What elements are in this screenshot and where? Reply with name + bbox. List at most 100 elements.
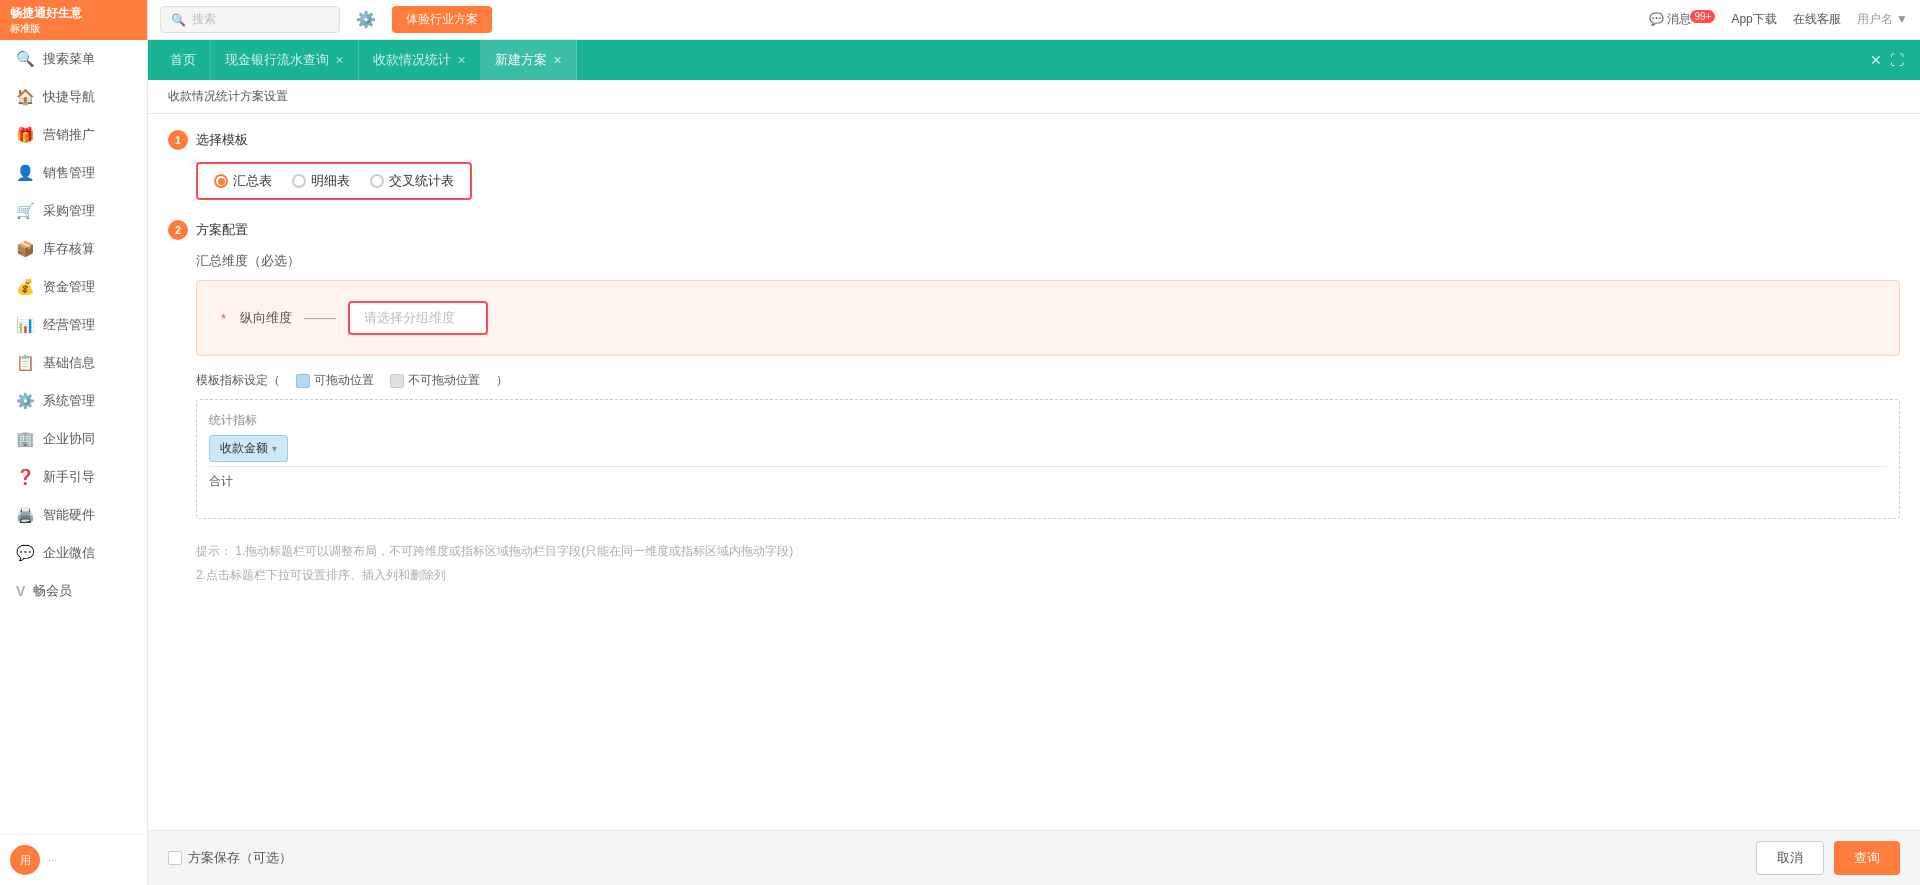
save-option[interactable]: 方案保存（可选） bbox=[168, 849, 292, 867]
save-label: 方案保存（可选） bbox=[188, 849, 292, 867]
question-icon: ❓ bbox=[16, 468, 35, 486]
logo-text: 畅捷通好生意 bbox=[10, 5, 82, 22]
metric-tag-payment-amount[interactable]: 收款金额 ▾ bbox=[209, 435, 288, 462]
industry-plan-button[interactable]: 体验行业方案 bbox=[392, 6, 492, 33]
sidebar-item-finance[interactable]: 💰 资金管理 bbox=[0, 268, 147, 306]
close-all-icon[interactable]: ✕ bbox=[1870, 52, 1882, 68]
sidebar-item-marketing[interactable]: 🎁 营销推广 bbox=[0, 116, 147, 154]
radio-cross[interactable]: 交叉统计表 bbox=[370, 172, 454, 190]
expand-icon[interactable]: ⛶ bbox=[1890, 52, 1904, 68]
tab-bank-flow-close[interactable]: ✕ bbox=[335, 54, 344, 67]
chevron-down-icon: ▾ bbox=[272, 443, 277, 454]
tab-home[interactable]: 首页 bbox=[156, 40, 211, 80]
tab-collection-stats[interactable]: 收款情况统计 ✕ bbox=[359, 40, 481, 80]
radio-summary[interactable]: 汇总表 bbox=[214, 172, 272, 190]
search-placeholder: 搜索 bbox=[192, 11, 216, 28]
online-service-link[interactable]: 在线客服 bbox=[1793, 11, 1841, 28]
money-icon: 💰 bbox=[16, 278, 35, 296]
tab-home-label: 首页 bbox=[170, 51, 196, 69]
dimension-area: * 纵向维度 —— 请选择分组维度 bbox=[196, 280, 1900, 356]
config-section: 汇总维度（必选） * 纵向维度 —— 请选择分组维度 模板指标设定（ bbox=[196, 252, 1900, 587]
cancel-button[interactable]: 取消 bbox=[1756, 841, 1824, 875]
sidebar-item-label: 资金管理 bbox=[43, 278, 95, 296]
sidebar-item-label: 企业微信 bbox=[43, 544, 95, 562]
metrics-group-label: 统计指标 bbox=[209, 412, 1887, 429]
sidebar-item-label: 经营管理 bbox=[43, 316, 95, 334]
search-menu-icon: 🔍 bbox=[16, 50, 35, 68]
notifications-area[interactable]: 💬 消息 99+ bbox=[1649, 11, 1716, 28]
dimension-placeholder: 请选择分组维度 bbox=[364, 310, 455, 325]
tabbar: 首页 现金银行流水查询 ✕ 收款情况统计 ✕ 新建方案 ✕ ✕ ⛶ bbox=[148, 40, 1920, 80]
arrow-icon: —— bbox=[304, 309, 336, 327]
radio-summary-inner bbox=[218, 178, 225, 185]
sidebar-logo: 畅捷通好生意 标准版 bbox=[0, 0, 147, 40]
sidebar-item-wechat[interactable]: 💬 企业微信 bbox=[0, 534, 147, 572]
sidebar-item-label: 搜索菜单 bbox=[43, 50, 95, 68]
gear-icon: ⚙️ bbox=[16, 392, 35, 410]
chart-icon: 📊 bbox=[16, 316, 35, 334]
sidebar-item-new-user[interactable]: ❓ 新手引导 bbox=[0, 458, 147, 496]
chat-icon: 💬 bbox=[16, 544, 35, 562]
bottom-bar: 方案保存（可选） 取消 查询 bbox=[148, 830, 1920, 885]
sidebar-item-system[interactable]: ⚙️ 系统管理 bbox=[0, 382, 147, 420]
sidebar-item-basic-info[interactable]: 📋 基础信息 bbox=[0, 344, 147, 382]
app-download-link[interactable]: App下载 bbox=[1731, 11, 1776, 28]
sidebar-user-name: ··· bbox=[48, 854, 57, 866]
footer-buttons: 取消 查询 bbox=[1756, 841, 1900, 875]
subtotal-row: 合计 bbox=[209, 466, 1887, 496]
radio-summary-label: 汇总表 bbox=[233, 172, 272, 190]
tab-bank-flow[interactable]: 现金银行流水查询 ✕ bbox=[211, 40, 359, 80]
metrics-tags: 收款金额 ▾ bbox=[209, 435, 1887, 462]
sidebar-item-label: 新手引导 bbox=[43, 468, 95, 486]
tab-new-plan-close[interactable]: ✕ bbox=[553, 54, 562, 67]
sidebar-item-label: 企业协同 bbox=[43, 430, 95, 448]
metrics-legend-suffix: ） bbox=[496, 372, 508, 389]
tab-collection-stats-close[interactable]: ✕ bbox=[457, 54, 466, 67]
sidebar-item-label: 系统管理 bbox=[43, 392, 95, 410]
search-box[interactable]: 🔍 搜索 bbox=[160, 6, 340, 33]
gift-icon: 🎁 bbox=[16, 126, 35, 144]
metrics-section-label: 模板指标设定（ bbox=[196, 372, 280, 389]
legend-draggable: 可拖动位置 bbox=[296, 372, 374, 389]
save-checkbox[interactable] bbox=[168, 851, 182, 865]
radio-detail-circle bbox=[292, 174, 306, 188]
sidebar-item-vip[interactable]: V 畅会员 bbox=[0, 572, 147, 610]
sidebar-item-quick-nav[interactable]: 🏠 快捷导航 bbox=[0, 78, 147, 116]
step1-header: 1 选择模板 bbox=[168, 130, 1900, 150]
search-icon: 🔍 bbox=[171, 13, 186, 27]
sidebar-bottom: 用 ··· bbox=[0, 834, 147, 885]
sidebar-item-sales[interactable]: 👤 销售管理 bbox=[0, 154, 147, 192]
radio-summary-circle bbox=[214, 174, 228, 188]
user-icon: 👤 bbox=[16, 164, 35, 182]
sidebar-item-search-menu[interactable]: 🔍 搜索菜单 bbox=[0, 40, 147, 78]
user-info[interactable]: 用户名 ▼ bbox=[1857, 11, 1908, 28]
hints-area: 提示： 1.拖动标题栏可以调整布局，不可跨维度或指标区域拖动栏目字段(只能在同一… bbox=[196, 539, 1900, 587]
logo-edition: 标准版 bbox=[10, 22, 82, 36]
radio-cross-label: 交叉统计表 bbox=[389, 172, 454, 190]
fixed-legend-box bbox=[390, 374, 404, 388]
dimension-select[interactable]: 请选择分组维度 bbox=[348, 301, 488, 335]
main-area: 🔍 搜索 ⚙️ 体验行业方案 💬 消息 99+ App下载 在线客服 用户名 ▼… bbox=[148, 0, 1920, 885]
box-icon: 📦 bbox=[16, 240, 35, 258]
step2-title: 方案配置 bbox=[196, 221, 248, 239]
template-selection-box: 汇总表 明细表 交叉统计表 bbox=[196, 162, 472, 200]
hint-1: 提示： 1.拖动标题栏可以调整布局，不可跨维度或指标区域拖动栏目字段(只能在同一… bbox=[196, 539, 1900, 563]
legend-fixed: 不可拖动位置 bbox=[390, 372, 480, 389]
sidebar-item-label: 基础信息 bbox=[43, 354, 95, 372]
notifications-label: 消息 bbox=[1667, 12, 1691, 26]
step2-section: 2 方案配置 汇总维度（必选） * 纵向维度 —— 请选择分组维度 bbox=[168, 220, 1900, 587]
query-button[interactable]: 查询 bbox=[1834, 841, 1900, 875]
metrics-header: 模板指标设定（ 可拖动位置 不可拖动位置 ） bbox=[196, 372, 1900, 389]
subtotal-label: 合计 bbox=[209, 473, 233, 490]
sidebar-item-operations[interactable]: 📊 经营管理 bbox=[0, 306, 147, 344]
radio-detail[interactable]: 明细表 bbox=[292, 172, 350, 190]
sidebar-item-label: 库存核算 bbox=[43, 240, 95, 258]
tab-new-plan[interactable]: 新建方案 ✕ bbox=[481, 40, 577, 80]
notification-badge: 99+ bbox=[1690, 10, 1715, 23]
sidebar-item-purchase[interactable]: 🛒 采购管理 bbox=[0, 192, 147, 230]
settings-icon[interactable]: ⚙️ bbox=[356, 10, 376, 29]
sidebar-item-inventory[interactable]: 📦 库存核算 bbox=[0, 230, 147, 268]
sidebar-item-enterprise-collab[interactable]: 🏢 企业协同 bbox=[0, 420, 147, 458]
sidebar-item-smart-hardware[interactable]: 🖨️ 智能硬件 bbox=[0, 496, 147, 534]
radio-detail-label: 明细表 bbox=[311, 172, 350, 190]
